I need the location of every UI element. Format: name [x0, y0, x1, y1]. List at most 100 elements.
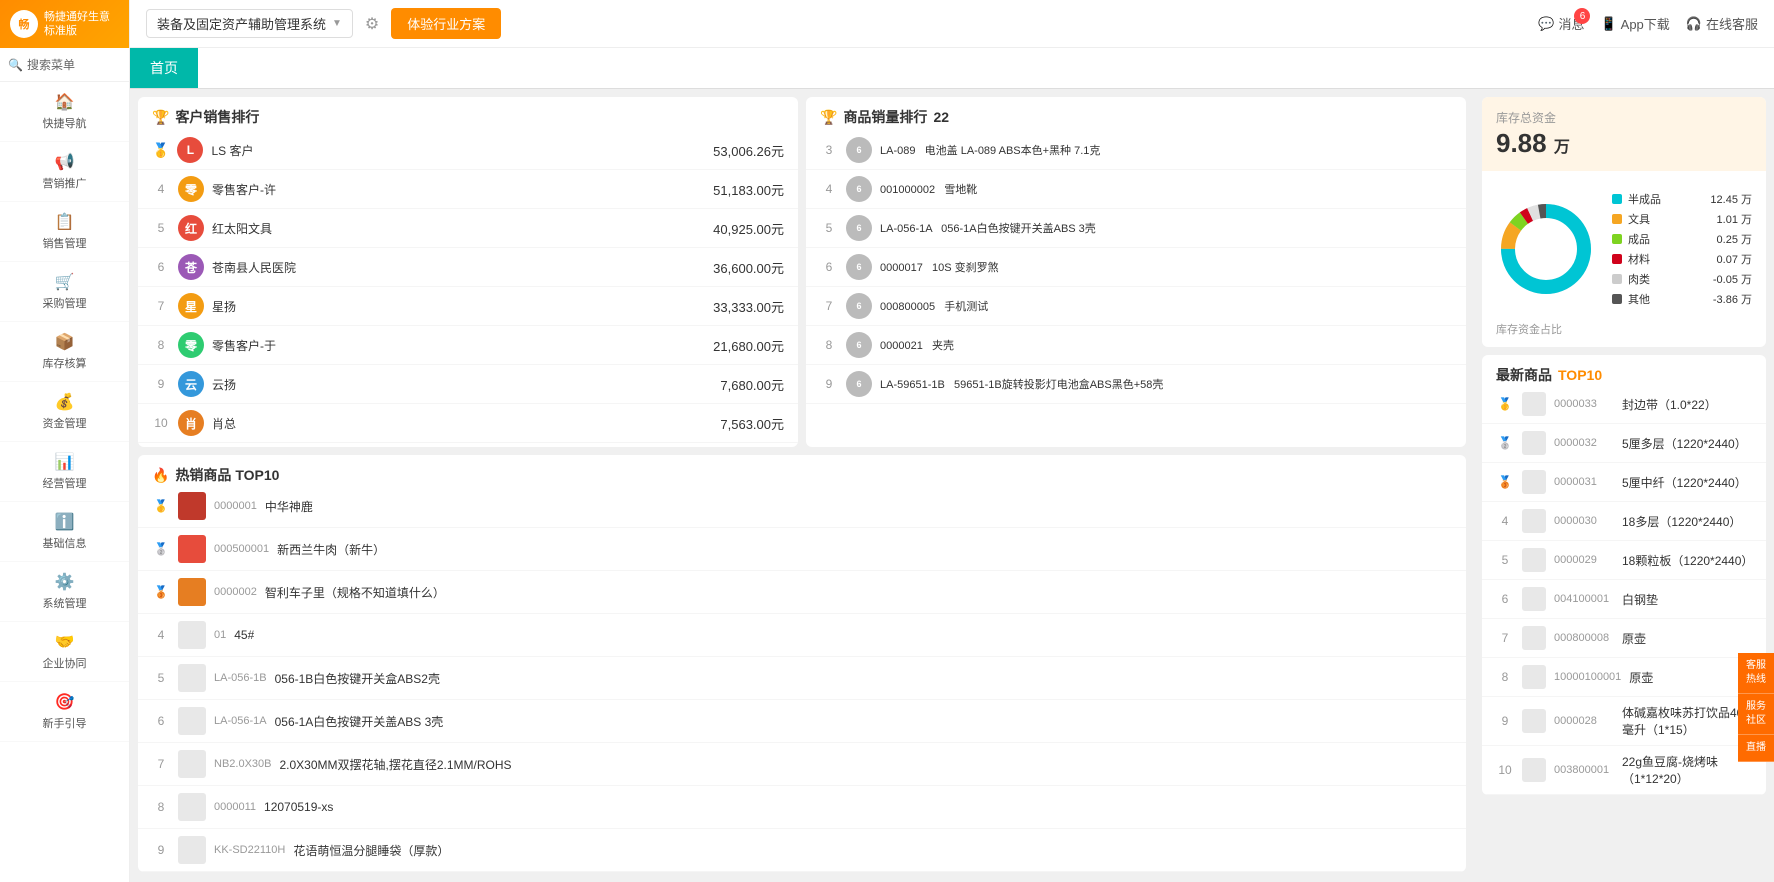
- list-item: 10 003800001 22g鱼豆腐-烧烤味（1*12*20）: [1482, 746, 1766, 795]
- product-thumb: [1522, 758, 1546, 782]
- inventory-title: 库存总资金: [1496, 109, 1752, 126]
- search-menu[interactable]: 🔍 搜索菜单: [0, 48, 129, 82]
- hot-products-list: 🥇 0000001 中华神鹿 🥈 000500001 新西兰牛肉（新牛） 🥉: [138, 485, 1466, 872]
- product-image: [178, 578, 206, 606]
- table-row: 9 云 云扬 7,680.00元: [138, 365, 798, 404]
- logo: 畅 畅捷通好生意 标准版: [0, 0, 129, 48]
- product-ranking-title: 🏆 商品销量排行 22: [806, 97, 1466, 127]
- sidebar-item-marketing[interactable]: 📢 营销推广: [0, 142, 129, 202]
- legend-item: 文具 1.01 万: [1612, 211, 1752, 227]
- chevron-down-icon: ▼: [332, 18, 342, 29]
- trial-button[interactable]: 体验行业方案: [391, 8, 501, 39]
- latest-products-title: 最新商品 TOP10: [1482, 355, 1766, 385]
- gear-icon[interactable]: ⚙: [365, 14, 379, 34]
- system-selector[interactable]: 装备及固定资产辅助管理系统 ▼: [146, 9, 353, 38]
- legend-item: 其他 -3.86 万: [1612, 291, 1752, 307]
- customer-ranking-card: 🏆 客户销售排行 🥇 L LS 客户 53,006.26元 4 零: [138, 97, 798, 447]
- inventory-legend: 半成品 12.45 万 文具 1.01 万 成品 0: [1612, 191, 1752, 307]
- page-tabs: 首页: [130, 48, 1774, 89]
- table-row: 6 6 0000017 10S 变刹罗煞: [806, 248, 1466, 287]
- customer-service-button[interactable]: 🎧 在线客服: [1686, 14, 1758, 33]
- list-item: 4 0000030 18多层（1220*2440）: [1482, 502, 1766, 541]
- latest-products-list: 🥇 0000033 封边带（1.0*22） 🥈 0000032 5厘多层（122…: [1482, 385, 1766, 795]
- table-row: 5 6 LA-056-1A 056-1A白色按键开关盖ABS 3壳: [806, 209, 1466, 248]
- product-image: [178, 621, 206, 649]
- customer-ranking-title: 🏆 客户销售排行: [138, 97, 798, 127]
- product-thumb: [1522, 509, 1546, 533]
- medal-icon: 🥉: [152, 585, 170, 599]
- avatar: 云: [178, 371, 204, 397]
- legend-dot: [1612, 254, 1622, 264]
- legend-dot: [1612, 274, 1622, 284]
- inventory-amount: 9.88 万: [1496, 128, 1752, 159]
- sales-icon: 📋: [55, 212, 75, 232]
- table-row: 3 6 LA-089 电池盖 LA-089 ABS本色+黑种 7.1克: [806, 131, 1466, 170]
- product-thumb: [1522, 431, 1546, 455]
- product-thumb: 6: [846, 176, 872, 202]
- sidebar-item-quick-nav[interactable]: 🏠 快捷导航: [0, 82, 129, 142]
- inventory-card: 库存总资金 9.88 万: [1482, 97, 1766, 347]
- sidebar-item-collab[interactable]: 🤝 企业协同: [0, 622, 129, 682]
- product-image: [178, 793, 206, 821]
- product-thumb: 6: [846, 371, 872, 397]
- app-download-button[interactable]: 📱 App下载: [1600, 14, 1669, 33]
- hot-products-title: 🔥 热销商品 TOP10: [138, 455, 1466, 485]
- inventory-subtitle: 库存资金占比: [1496, 321, 1752, 337]
- table-row: 4 零 零售客户-许 51,183.00元: [138, 170, 798, 209]
- marketing-icon: 📢: [55, 152, 75, 172]
- headset-icon: 🎧: [1686, 16, 1702, 32]
- product-thumb: [1522, 587, 1546, 611]
- list-item: 🥈 0000032 5厘多层（1220*2440）: [1482, 424, 1766, 463]
- inventory-chart: 半成品 12.45 万 文具 1.01 万 成品 0: [1496, 181, 1752, 317]
- finance-icon: 💰: [55, 392, 75, 412]
- list-item: 8 10000100001 原壶: [1482, 658, 1766, 697]
- table-row: 8 零 零售客户-于 21,680.00元: [138, 326, 798, 365]
- list-item: 9 0000028 体碱嘉枚味苏打饮品400毫升（1*15）: [1482, 697, 1766, 746]
- medal-icon: 🥇: [152, 499, 170, 513]
- tab-home[interactable]: 首页: [130, 48, 198, 88]
- sidebar-item-operation[interactable]: 📊 经营管理: [0, 442, 129, 502]
- live-stream-button[interactable]: 直播: [1738, 735, 1774, 762]
- legend-dot: [1612, 214, 1622, 224]
- list-item: 4 01 45#: [138, 614, 1466, 657]
- product-ranking-card: 🏆 商品销量排行 22 3 6 LA-089 电池盖 LA-089 ABS本色+…: [806, 97, 1466, 447]
- message-icon: 💬: [1538, 16, 1554, 32]
- list-item: 🥉 0000002 智利车子里（规格不知道填什么）: [138, 571, 1466, 614]
- product-thumb: [1522, 665, 1546, 689]
- collab-icon: 🤝: [55, 632, 75, 652]
- phone-icon: 📱: [1600, 16, 1616, 32]
- table-row: 7 6 000800005 手机测试: [806, 287, 1466, 326]
- sidebar-item-guide[interactable]: 🎯 新手引导: [0, 682, 129, 742]
- product-ranking-list: 3 6 LA-089 电池盖 LA-089 ABS本色+黑种 7.1克 4 6 …: [806, 127, 1466, 408]
- home-icon: 🏠: [55, 92, 75, 112]
- product-image: [178, 664, 206, 692]
- sidebar: 畅 畅捷通好生意 标准版 🔍 搜索菜单 🏠 快捷导航 📢 营销推广 📋 销售管理…: [0, 0, 130, 882]
- service-community-button[interactable]: 服务社区: [1738, 694, 1774, 735]
- basic-icon: ℹ️: [55, 512, 75, 532]
- sidebar-item-inventory[interactable]: 📦 库存核算: [0, 322, 129, 382]
- list-item: 6 LA-056-1A 056-1A白色按键开关盖ABS 3壳: [138, 700, 1466, 743]
- customer-service-hotline-button[interactable]: 客服热线: [1738, 653, 1774, 694]
- sidebar-item-sales[interactable]: 📋 销售管理: [0, 202, 129, 262]
- list-item: 6 004100001 白钢垫: [1482, 580, 1766, 619]
- sidebar-item-basic[interactable]: ℹ️ 基础信息: [0, 502, 129, 562]
- list-item: 🥇 0000033 封边带（1.0*22）: [1482, 385, 1766, 424]
- table-row: 7 星 星扬 33,333.00元: [138, 287, 798, 326]
- list-item: 9 KK-SD22110H 花语萌恒温分腿睡袋（厚款）: [138, 829, 1466, 872]
- main-area: 装备及固定资产辅助管理系统 ▼ ⚙ 体验行业方案 💬 消息 6 📱 App下载 …: [130, 0, 1774, 882]
- hot-products-card: 🔥 热销商品 TOP10 🥇 0000001 中华神鹿 🥈 000500001: [138, 455, 1466, 872]
- fire-icon: 🔥: [152, 467, 169, 484]
- latest-products-card: 最新商品 TOP10 🥇 0000033 封边带（1.0*22） 🥈 00000…: [1482, 355, 1766, 795]
- sidebar-item-system[interactable]: ⚙️ 系统管理: [0, 562, 129, 622]
- message-button[interactable]: 💬 消息 6: [1538, 14, 1584, 33]
- table-row: 9 6 LA-59651-1B 59651-1B旋转投影灯电池盒ABS黑色+58…: [806, 365, 1466, 404]
- table-row: 🥇 L LS 客户 53,006.26元: [138, 131, 798, 170]
- avatar: 肖: [178, 410, 204, 436]
- legend-dot: [1612, 234, 1622, 244]
- sidebar-item-finance[interactable]: 💰 资金管理: [0, 382, 129, 442]
- avatar: 苍: [178, 254, 204, 280]
- medal-icon: 🥇: [152, 142, 169, 159]
- sidebar-item-purchase[interactable]: 🛒 采购管理: [0, 262, 129, 322]
- product-thumb: 6: [846, 293, 872, 319]
- product-image: [178, 535, 206, 563]
